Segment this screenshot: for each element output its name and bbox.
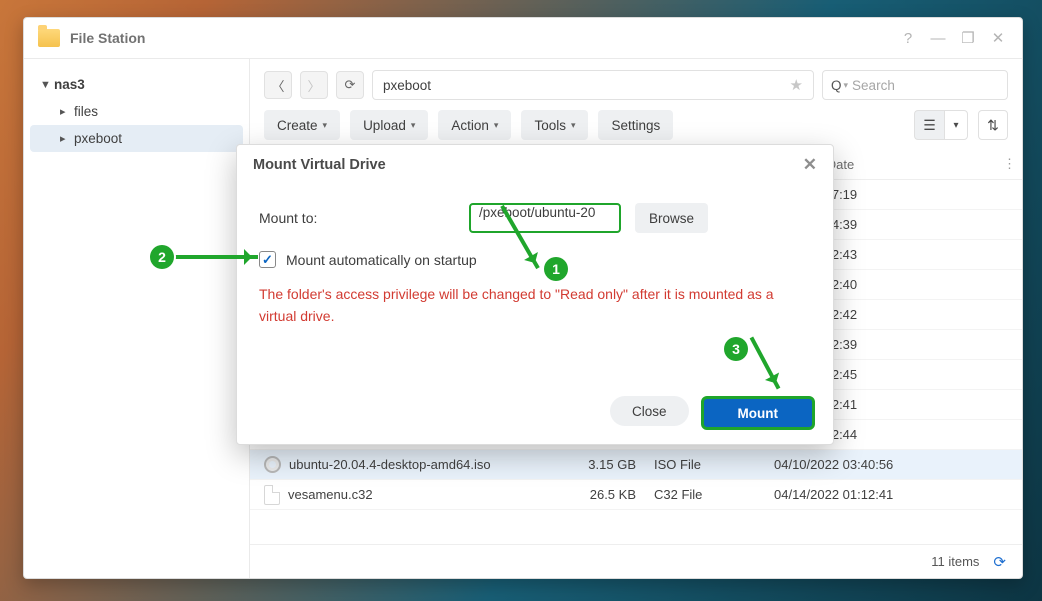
path-text: pxeboot: [383, 78, 431, 93]
status-footer: 11 items ⟳: [250, 544, 1022, 578]
minimize-button[interactable]: —: [928, 30, 948, 47]
sidebar-root[interactable]: ▼ nas3: [30, 71, 243, 98]
auto-mount-checkbox[interactable]: ✓: [259, 251, 276, 268]
cell-modified: 04/14/2022 01:12:41: [774, 487, 980, 502]
mount-to-input[interactable]: /pxeboot/ubuntu-20: [469, 203, 621, 233]
file-icon: [264, 485, 280, 505]
cell-type: ISO File: [654, 457, 774, 472]
annotation-badge-1: 1: [544, 257, 568, 281]
caret-down-icon: ▾: [844, 80, 849, 91]
cell-name: ubuntu-20.04.4-desktop-amd64.iso: [264, 456, 564, 473]
disc-icon: [264, 456, 281, 473]
caret-right-icon: ▸: [60, 132, 68, 145]
path-box[interactable]: pxeboot ★: [372, 70, 814, 100]
sidebar-item-label: files: [74, 104, 98, 119]
search-box[interactable]: Q▾ Search: [822, 70, 1008, 100]
caret-down-icon: ▼: [40, 79, 48, 91]
cell-size: 3.15 GB: [564, 457, 654, 472]
table-row[interactable]: vesamenu.c3226.5 KBC32 File04/14/2022 01…: [250, 480, 1022, 510]
titlebar: File Station ? — ❐ ✕: [24, 18, 1022, 59]
nav-back-button[interactable]: 〈: [264, 71, 292, 99]
create-button[interactable]: Create▾: [264, 110, 340, 140]
search-placeholder: Search: [852, 78, 895, 93]
address-toolbar: 〈 〉 ⟳ pxeboot ★ Q▾ Search: [250, 59, 1022, 106]
browse-button[interactable]: Browse: [635, 203, 708, 233]
annotation-badge-2: 2: [150, 245, 174, 269]
cell-name: vesamenu.c32: [264, 485, 564, 505]
item-count: 11 items: [931, 554, 979, 569]
nav-refresh-button[interactable]: ⟳: [336, 71, 364, 99]
columns-more-icon[interactable]: ⋮: [1003, 156, 1016, 172]
sidebar-item-pxeboot[interactable]: ▸ pxeboot: [30, 125, 243, 152]
warning-text: The folder's access privilege will be ch…: [259, 284, 811, 327]
footer-refresh-icon[interactable]: ⟳: [993, 553, 1006, 571]
annotation-arrow-2: [174, 255, 258, 259]
caret-right-icon: ▸: [60, 105, 68, 118]
sidebar: ▼ nas3 ▸ files ▸ pxeboot: [24, 59, 250, 578]
cell-modified: 04/10/2022 03:40:56: [774, 457, 980, 472]
favorite-star-icon[interactable]: ★: [790, 76, 803, 94]
action-button[interactable]: Action▾: [438, 110, 511, 140]
sort-button[interactable]: ⇅: [978, 110, 1008, 140]
annotation-badge-3: 3: [724, 337, 748, 361]
cell-type: C32 File: [654, 487, 774, 502]
app-folder-icon: [38, 29, 60, 47]
help-button[interactable]: ?: [898, 30, 918, 47]
dialog-close-icon[interactable]: ✕: [803, 155, 817, 175]
settings-button[interactable]: Settings: [598, 110, 673, 140]
list-view-button[interactable]: ☰: [914, 110, 944, 140]
dialog-close-button[interactable]: Close: [610, 396, 689, 426]
sidebar-root-label: nas3: [54, 77, 85, 92]
view-mode-group: ☰ ▾: [914, 110, 968, 140]
auto-mount-label: Mount automatically on startup: [286, 252, 477, 268]
sidebar-item-label: pxeboot: [74, 131, 122, 146]
sidebar-item-files[interactable]: ▸ files: [30, 98, 243, 125]
close-window-button[interactable]: ✕: [988, 29, 1008, 47]
table-row[interactable]: ubuntu-20.04.4-desktop-amd64.iso3.15 GBI…: [250, 450, 1022, 480]
nav-forward-button[interactable]: 〉: [300, 71, 328, 99]
dialog-title: Mount Virtual Drive: [253, 157, 386, 173]
upload-button[interactable]: Upload▾: [350, 110, 428, 140]
tools-button[interactable]: Tools▾: [521, 110, 588, 140]
mount-virtual-drive-dialog: Mount Virtual Drive ✕ Mount to: /pxeboot…: [236, 144, 834, 445]
app-title: File Station: [70, 30, 888, 46]
search-icon: Q: [831, 78, 842, 93]
dialog-mount-button[interactable]: Mount: [701, 396, 815, 430]
cell-size: 26.5 KB: [564, 487, 654, 502]
maximize-button[interactable]: ❐: [958, 29, 978, 47]
view-caret-button[interactable]: ▾: [944, 110, 968, 140]
mount-to-label: Mount to:: [259, 210, 455, 226]
